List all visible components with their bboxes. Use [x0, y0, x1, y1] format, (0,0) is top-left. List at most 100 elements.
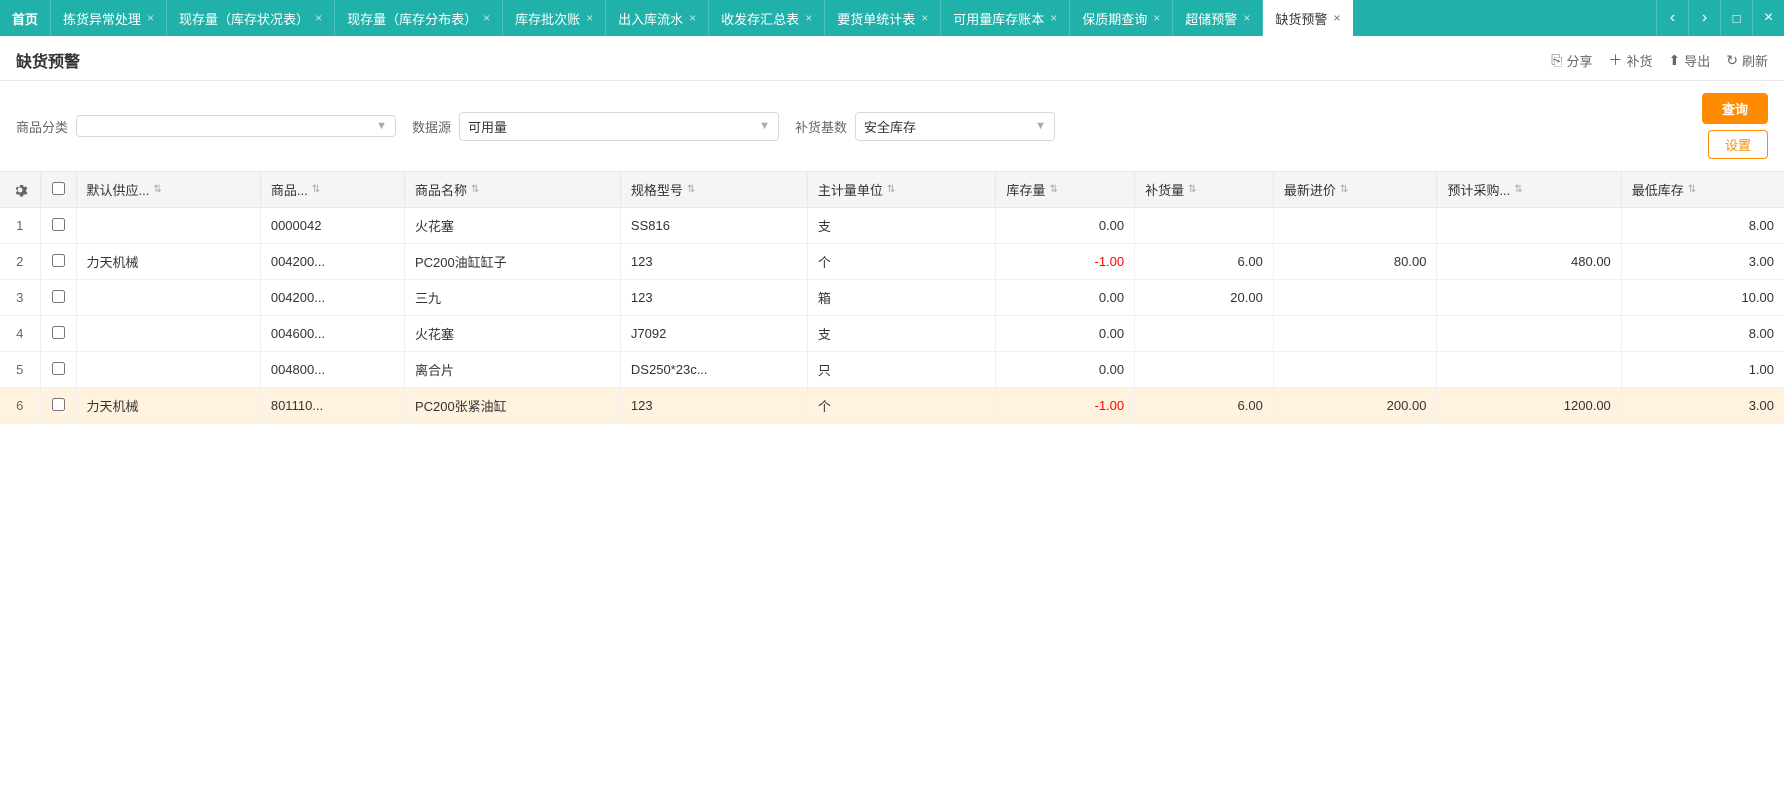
nav-tab-close-batch-account[interactable]: × [586, 11, 593, 25]
cell-name-0: 火花塞 [404, 208, 620, 244]
nav-tab-close-shortage[interactable]: × [1333, 11, 1340, 25]
th-latest-price[interactable]: 最新进价 ⇅ [1273, 172, 1437, 208]
th-est-purchase[interactable]: 预计采购... ⇅ [1437, 172, 1621, 208]
datasource-select[interactable]: 可用量 ▼ [459, 112, 779, 141]
th-stock[interactable]: 库存量 ⇅ [996, 172, 1135, 208]
cell-index-3: 4 [0, 316, 40, 352]
cell-latest_price-5: 200.00 [1273, 388, 1437, 424]
category-select[interactable]: ▼ [76, 115, 396, 137]
export-button[interactable]: ⬆ 导出 [1669, 51, 1711, 70]
replenish-button[interactable]: ＋ 补货 [1608, 50, 1652, 70]
nav-tab-order-stats[interactable]: 要货单统计表× [825, 0, 941, 36]
query-button[interactable]: 查询 [1702, 93, 1768, 124]
nav-tab-close-order-stats[interactable]: × [921, 11, 928, 25]
refresh-button[interactable]: ↻ 刷新 [1726, 51, 1768, 70]
nav-restore-button[interactable]: □ [1720, 0, 1752, 36]
th-name[interactable]: 商品名称 ⇅ [404, 172, 620, 208]
cell-name-2: 三九 [404, 280, 620, 316]
cell-spec-0: SS816 [620, 208, 807, 244]
nav-tab-close-expiry[interactable]: × [1153, 11, 1160, 25]
refresh-icon: ↻ [1726, 52, 1738, 69]
refresh-label: 刷新 [1742, 51, 1768, 70]
cell-latest_price-0 [1273, 208, 1437, 244]
cell-code-4: 004800... [260, 352, 404, 388]
th-spec[interactable]: 规格型号 ⇅ [620, 172, 807, 208]
th-code[interactable]: 商品... ⇅ [260, 172, 404, 208]
category-filter-group: 商品分类 ▼ [16, 115, 396, 137]
th-checkbox[interactable] [40, 172, 76, 208]
th-settings[interactable] [0, 172, 40, 208]
cell-supplier-4 [76, 352, 260, 388]
cell-min_stock-5: 3.00 [1621, 388, 1784, 424]
row-checkbox-2[interactable] [52, 290, 65, 303]
share-label: 分享 [1566, 51, 1592, 70]
nav-tab-exception[interactable]: 拣货异常处理× [51, 0, 167, 36]
nav-tab-receive-summary[interactable]: 收发存汇总表× [709, 0, 825, 36]
nav-tab-home[interactable]: 首页 [0, 0, 51, 36]
cell-latest_price-3 [1273, 316, 1437, 352]
nav-tab-available-ledger[interactable]: 可用量库存账本× [941, 0, 1070, 36]
th-unit[interactable]: 主计量单位 ⇅ [807, 172, 996, 208]
data-table: 默认供应... ⇅ 商品... ⇅ 商品名称 ⇅ [0, 171, 1784, 424]
table-container: 默认供应... ⇅ 商品... ⇅ 商品名称 ⇅ [0, 171, 1784, 424]
cell-checkbox-5[interactable] [40, 388, 76, 424]
cell-index-4: 5 [0, 352, 40, 388]
row-checkbox-1[interactable] [52, 254, 65, 267]
datasource-filter-group: 数据源 可用量 ▼ [412, 112, 779, 141]
nav-tab-close-overstock[interactable]: × [1243, 11, 1250, 25]
share-icon: ⎘ [1551, 52, 1562, 69]
nav-tab-close-stock-dist[interactable]: × [483, 11, 490, 25]
cell-checkbox-2[interactable] [40, 280, 76, 316]
sort-unit-icon: ⇅ [887, 184, 895, 195]
nav-tab-stock-dist[interactable]: 现存量（库存分布表）× [335, 0, 503, 36]
th-replenish[interactable]: 补货量 ⇅ [1135, 172, 1274, 208]
export-label: 导出 [1684, 51, 1710, 70]
th-supplier[interactable]: 默认供应... ⇅ [76, 172, 260, 208]
nav-tab-expiry[interactable]: 保质期查询× [1070, 0, 1173, 36]
nav-tab-shortage[interactable]: 缺货预警× [1263, 0, 1353, 36]
share-button[interactable]: ⎘ 分享 [1551, 51, 1592, 70]
nav-close-button[interactable]: × [1752, 0, 1784, 36]
nav-tab-overstock[interactable]: 超储预警× [1173, 0, 1263, 36]
row-checkbox-4[interactable] [52, 362, 65, 375]
cell-checkbox-1[interactable] [40, 244, 76, 280]
nav-tab-flow[interactable]: 出入库流水× [606, 0, 709, 36]
cell-est_purchase-4 [1437, 352, 1621, 388]
nav-tab-batch-account[interactable]: 库存批次账× [503, 0, 606, 36]
row-checkbox-3[interactable] [52, 326, 65, 339]
row-checkbox-5[interactable] [52, 398, 65, 411]
nav-prev-button[interactable]: ‹ [1656, 0, 1688, 36]
cell-min_stock-3: 8.00 [1621, 316, 1784, 352]
cell-code-2: 004200... [260, 280, 404, 316]
cell-replenish-4 [1135, 352, 1274, 388]
th-min-stock[interactable]: 最低库存 ⇅ [1621, 172, 1784, 208]
cell-supplier-2 [76, 280, 260, 316]
nav-tab-close-receive-summary[interactable]: × [805, 11, 812, 25]
nav-tab-close-exception[interactable]: × [147, 11, 154, 25]
replenish-select[interactable]: 安全库存 ▼ [855, 112, 1055, 141]
cell-spec-5: 123 [620, 388, 807, 424]
row-checkbox-0[interactable] [52, 218, 65, 231]
cell-name-3: 火花塞 [404, 316, 620, 352]
cell-supplier-0 [76, 208, 260, 244]
nav-next-button[interactable]: › [1688, 0, 1720, 36]
cell-index-1: 2 [0, 244, 40, 280]
cell-min_stock-1: 3.00 [1621, 244, 1784, 280]
sort-spec-icon: ⇅ [687, 184, 695, 195]
datasource-select-arrow: ▼ [759, 120, 770, 132]
nav-tab-close-available-ledger[interactable]: × [1050, 11, 1057, 25]
sort-name-icon: ⇅ [471, 184, 479, 195]
cell-checkbox-0[interactable] [40, 208, 76, 244]
main-content: 缺货预警 ⎘ 分享 ＋ 补货 ⬆ 导出 ↻ 刷新 商品分类 [0, 36, 1784, 796]
settings-button[interactable]: 设置 [1708, 130, 1768, 159]
select-all-checkbox[interactable] [52, 182, 65, 195]
table-row: 5004800...离合片DS250*23c...只0.001.00 [0, 352, 1784, 388]
nav-tab-stock-status[interactable]: 现存量（库存状况表）× [167, 0, 335, 36]
cell-checkbox-4[interactable] [40, 352, 76, 388]
cell-est_purchase-5: 1200.00 [1437, 388, 1621, 424]
nav-tab-close-stock-status[interactable]: × [315, 11, 322, 25]
cell-code-0: 0000042 [260, 208, 404, 244]
cell-checkbox-3[interactable] [40, 316, 76, 352]
nav-tab-close-flow[interactable]: × [689, 11, 696, 25]
sort-replenish-icon: ⇅ [1188, 184, 1196, 195]
